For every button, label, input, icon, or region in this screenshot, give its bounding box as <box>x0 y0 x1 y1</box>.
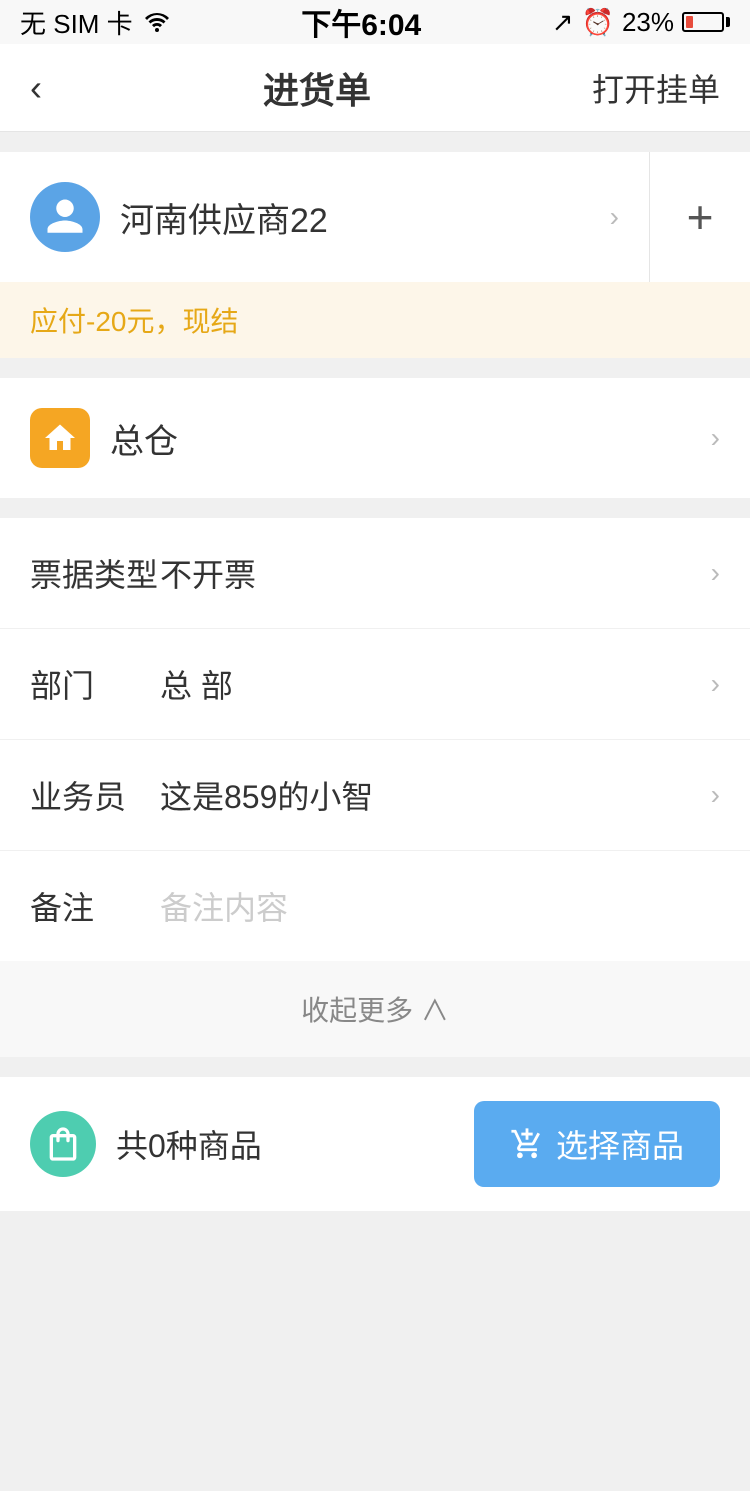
salesperson-value: 这是859的小智 <box>160 772 701 818</box>
dept-chevron-icon: › <box>711 668 720 700</box>
product-count: 共0种商品 <box>116 1121 454 1167</box>
warehouse-chevron-icon: › <box>711 422 720 454</box>
supplier-selector[interactable]: 河南供应商22 › <box>0 152 650 282</box>
form-section: 票据类型 不开票 › 部门 总 部 › 业务员 这是859的小智 › 备注 备注… <box>0 518 750 961</box>
location-icon: ↗ <box>552 7 574 38</box>
content-area: 河南供应商22 › + 应付-20元，现结 总仓 › 票据类型 不开票 › 部门… <box>0 152 750 1491</box>
battery-pct: 23% <box>622 7 674 38</box>
notice-bar: 应付-20元，现结 <box>0 282 750 358</box>
remark-label: 备注 <box>30 883 160 929</box>
warehouse-icon <box>30 408 90 468</box>
salesperson-chevron-icon: › <box>711 779 720 811</box>
page-title: 进货单 <box>263 62 371 114</box>
alarm-icon: ⏰ <box>582 7 614 38</box>
department-value: 总 部 <box>160 661 701 707</box>
cart-add-icon <box>510 1127 544 1161</box>
remark-row[interactable]: 备注 备注内容 <box>0 851 750 961</box>
supplier-chevron-icon: › <box>610 201 619 233</box>
notice-text: 应付-20元，现结 <box>30 306 238 337</box>
add-supplier-button[interactable]: + <box>650 160 750 274</box>
gray-area <box>0 1211 750 1491</box>
wifi-icon <box>143 12 171 32</box>
collapse-bar[interactable]: 收起更多 ∧ <box>0 961 750 1057</box>
salesperson-row[interactable]: 业务员 这是859的小智 › <box>0 740 750 851</box>
supplier-name: 河南供应商22 <box>120 193 600 242</box>
salesperson-label: 业务员 <box>30 772 160 818</box>
department-label: 部门 <box>30 661 160 707</box>
bottom-bar: 共0种商品 选择商品 <box>0 1077 750 1211</box>
invoice-type-row[interactable]: 票据类型 不开票 › <box>0 518 750 629</box>
invoice-type-label: 票据类型 <box>30 550 160 596</box>
shopping-bag-icon <box>43 1124 83 1164</box>
supplier-avatar <box>30 182 100 252</box>
status-time: 下午6:04 <box>301 0 421 44</box>
status-carrier: 无 SIM 卡 <box>20 4 171 41</box>
warehouse-name: 总仓 <box>110 414 701 463</box>
select-product-button[interactable]: 选择商品 <box>474 1101 720 1187</box>
warehouse-section[interactable]: 总仓 › <box>0 378 750 498</box>
supplier-section: 河南供应商22 › + <box>0 152 750 282</box>
house-icon <box>42 420 78 456</box>
back-button[interactable]: ‹ <box>30 67 42 109</box>
open-pending-button[interactable]: 打开挂单 <box>592 65 720 111</box>
department-row[interactable]: 部门 总 部 › <box>0 629 750 740</box>
battery-icon <box>682 12 730 32</box>
status-indicators: ↗ ⏰ 23% <box>552 7 730 38</box>
status-bar: 无 SIM 卡 下午6:04 ↗ ⏰ 23% <box>0 0 750 44</box>
nav-bar: ‹ 进货单 打开挂单 <box>0 44 750 132</box>
invoice-type-value: 不开票 <box>160 550 701 596</box>
carrier-text: 无 SIM 卡 <box>20 4 133 41</box>
select-btn-label: 选择商品 <box>556 1121 684 1167</box>
invoice-chevron-icon: › <box>711 557 720 589</box>
remark-input[interactable]: 备注内容 <box>160 883 720 929</box>
person-icon <box>44 196 86 238</box>
product-icon <box>30 1111 96 1177</box>
